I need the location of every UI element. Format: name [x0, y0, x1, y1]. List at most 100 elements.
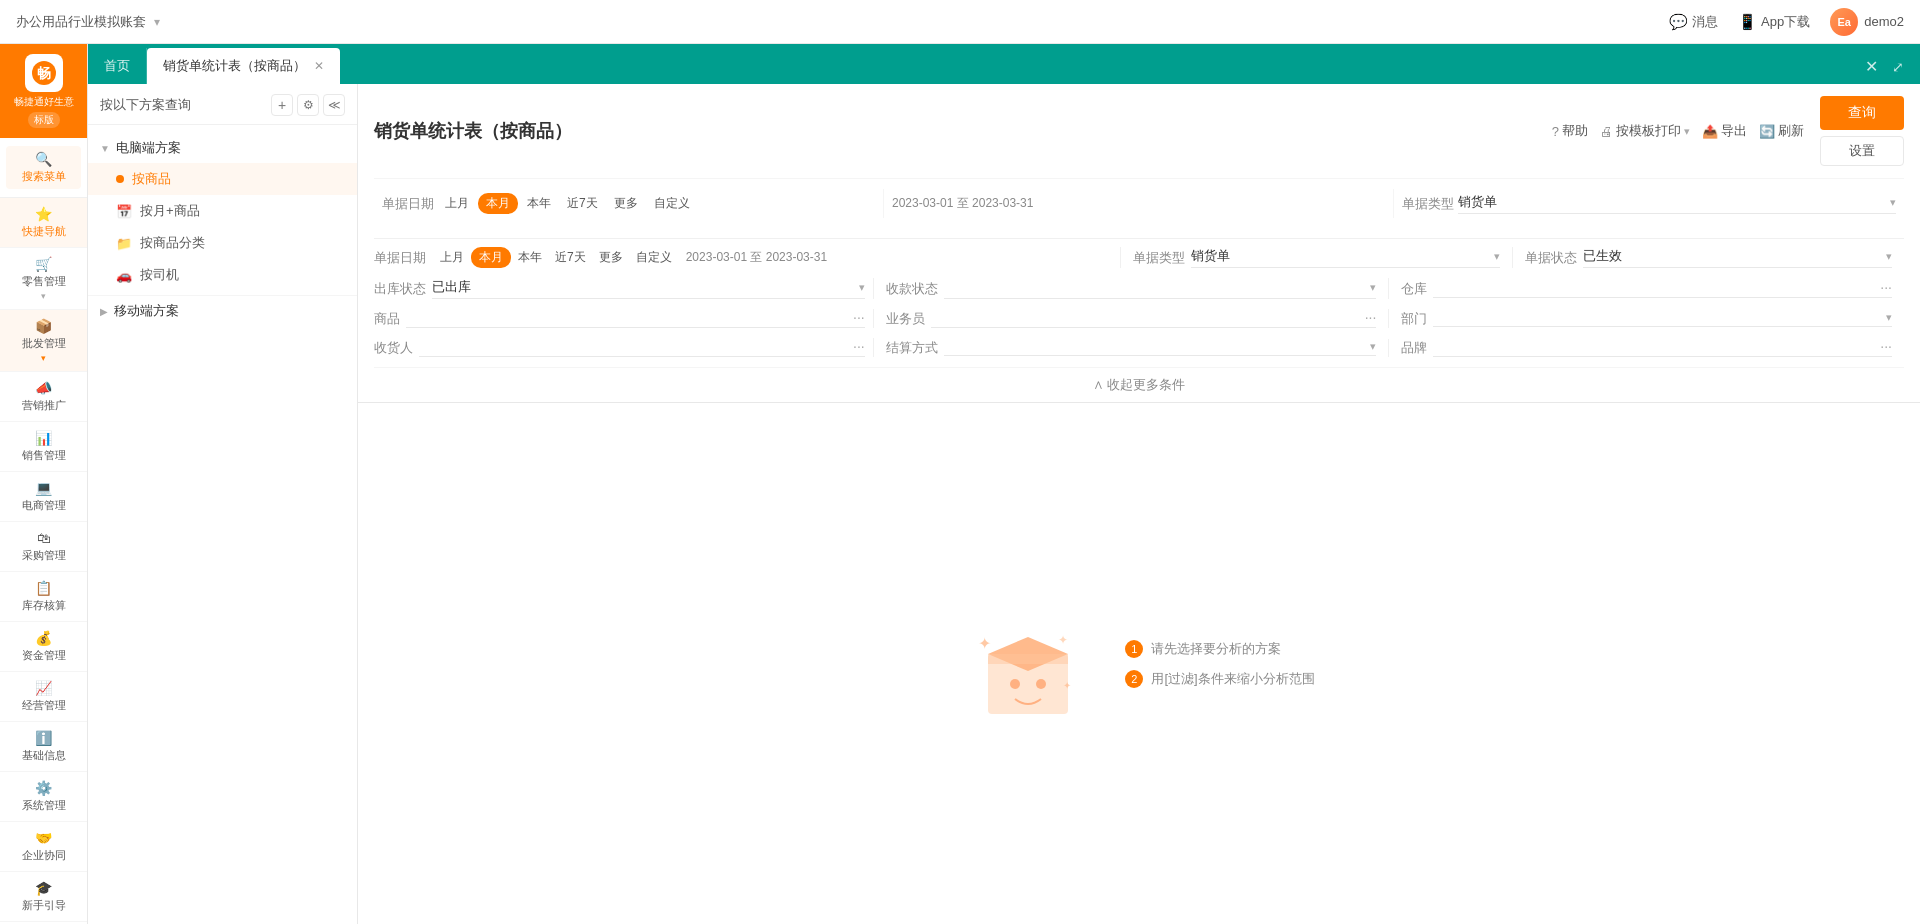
car-icon: 🚗 — [116, 268, 132, 283]
sidebar-item-system[interactable]: ⚙️ 系统管理 — [0, 772, 87, 822]
goods-label: 商品 — [374, 310, 400, 328]
sidebar-item-inventory[interactable]: 📋 库存核算 — [0, 572, 87, 622]
wh-status-label: 出库状态 — [374, 280, 426, 298]
tab-close-btn[interactable]: ✕ — [314, 60, 324, 72]
help-icon: ? — [1552, 124, 1559, 139]
department-label: 部门 — [1401, 310, 1427, 328]
filter-date-range: 2023-03-01 至 2023-03-31 — [884, 189, 1394, 218]
plan-item-by-category[interactable]: 📁 按商品分类 — [88, 227, 357, 259]
more-btn[interactable]: 更多 — [593, 248, 629, 267]
brand-label: 品牌 — [1401, 339, 1427, 357]
salesperson-select[interactable]: ··· — [931, 309, 1377, 328]
payment-status-select[interactable]: ▾ — [944, 278, 1377, 299]
tab-restore-btn[interactable]: ⤢ — [1888, 55, 1908, 79]
settlement-select[interactable]: ▾ — [944, 340, 1377, 356]
date-btn-more[interactable]: 更多 — [607, 193, 645, 214]
receiver-select[interactable]: ··· — [419, 338, 865, 357]
sidebar-item-sales[interactable]: 📊 销售管理 — [0, 422, 87, 472]
sidebar-item-marketing[interactable]: 📣 营销推广 — [0, 372, 87, 422]
wh-status-select[interactable]: 已出库 ▾ — [432, 278, 865, 299]
svg-point-5 — [1010, 679, 1020, 689]
message-btn[interactable]: 💬 消息 — [1669, 13, 1718, 31]
logo-text: 畅捷通好生意 — [14, 96, 74, 108]
sidebar-item-quick-nav[interactable]: ⭐ 快捷导航 — [0, 198, 87, 248]
sidebar-item-management[interactable]: 📈 经营管理 — [0, 672, 87, 722]
export-icon: 📤 — [1702, 124, 1718, 139]
7days-btn[interactable]: 近7天 — [549, 248, 592, 267]
tab-home[interactable]: 首页 — [88, 48, 147, 84]
date-btn-this-year[interactable]: 本年 — [520, 193, 558, 214]
plan-settings-btn[interactable]: ⚙ — [297, 94, 319, 116]
sidebar-item-basic-info[interactable]: ℹ️ 基础信息 — [0, 722, 87, 772]
date-btn-7days[interactable]: 近7天 — [560, 193, 605, 214]
refresh-icon: 🔄 — [1759, 124, 1775, 139]
sidebar-item-finance[interactable]: 💰 资金管理 — [0, 622, 87, 672]
user-profile[interactable]: Ea demo2 — [1830, 8, 1904, 36]
date-btn-custom[interactable]: 自定义 — [647, 193, 697, 214]
collapse-filter-btn[interactable]: ∧ 收起更多条件 — [374, 367, 1904, 402]
sidebar-item-retail[interactable]: 🛒 零售管理 ▾ — [0, 248, 87, 310]
department-select[interactable]: ▾ — [1433, 311, 1892, 327]
plan-group-mobile[interactable]: ▶ 移动端方案 — [88, 295, 357, 326]
doc-type-label: 单据类型 — [1402, 195, 1458, 213]
message-icon: 💬 — [1669, 13, 1688, 31]
date-btn-last-month[interactable]: 上月 — [438, 193, 476, 214]
plan-item-by-goods[interactable]: 按商品 — [88, 163, 357, 195]
plan-item-by-driver[interactable]: 🚗 按司机 — [88, 259, 357, 291]
goods-select[interactable]: ··· — [406, 309, 865, 328]
tab-bar: 首页 销货单统计表（按商品） ✕ ✕ ⤢ — [88, 44, 1920, 84]
plan-collapse-btn[interactable]: ≪ — [323, 94, 345, 116]
filter-doctype-label: 单据类型 — [1133, 249, 1185, 267]
sidebar-item-purchase[interactable]: 🛍 采购管理 — [0, 522, 87, 572]
svg-text:✦: ✦ — [978, 635, 991, 652]
custom-btn[interactable]: 自定义 — [630, 248, 678, 267]
this-year-btn[interactable]: 本年 — [512, 248, 548, 267]
folder-icon: 📁 — [116, 236, 132, 251]
print-action[interactable]: 🖨 按模板打印 ▾ — [1600, 122, 1690, 140]
empty-tip-1: 1 请先选择要分析的方案 — [1125, 640, 1314, 658]
prev-month-btn[interactable]: 上月 — [434, 248, 470, 267]
filter-doc-type[interactable]: 单据类型 销货单 ▾ — [1394, 189, 1904, 218]
payment-status-label: 收款状态 — [886, 280, 938, 298]
app-title: 办公用品行业模拟账套 — [16, 13, 146, 31]
doc-type-arrow: ▾ — [1890, 196, 1896, 209]
filter-date: 单据日期 上月 本月 本年 近7天 更多 自定义 — [374, 189, 884, 218]
sidebar-search-btn[interactable]: 🔍 搜索菜单 — [0, 138, 87, 198]
plan-group-desktop[interactable]: ▼ 电脑端方案 — [88, 133, 357, 163]
query-button[interactable]: 查询 — [1820, 96, 1904, 130]
refresh-action[interactable]: 🔄 刷新 — [1759, 122, 1804, 140]
filter-docstatus-label: 单据状态 — [1525, 249, 1577, 267]
sidebar-item-ecommerce[interactable]: 💻 电商管理 — [0, 472, 87, 522]
this-month-btn[interactable]: 本月 — [471, 247, 511, 268]
tab-sales-report[interactable]: 销货单统计表（按商品） ✕ — [147, 48, 340, 84]
empty-tip-2: 2 用[过滤]条件来缩小分析范围 — [1125, 670, 1314, 688]
settings-button[interactable]: 设置 — [1820, 136, 1904, 166]
svg-text:✦: ✦ — [1063, 680, 1071, 691]
left-plan-panel: 按以下方案查询 + ⚙ ≪ ▼ 电脑端方案 — [88, 84, 358, 924]
app-download-btn[interactable]: 📱 App下载 — [1738, 13, 1810, 31]
sidebar-logo[interactable]: 畅 畅捷通好生意 标版 — [0, 44, 87, 138]
sidebar-item-wholesale[interactable]: 📦 批发管理 ▾ — [0, 310, 87, 372]
tab-close-window-btn[interactable]: ✕ — [1861, 53, 1882, 80]
print-icon: 🖨 — [1600, 124, 1613, 139]
empty-state: ✦ ✦ ✦ 1 请先选择要分析的方案 — [963, 599, 1314, 729]
date-btn-this-month[interactable]: 本月 — [478, 193, 518, 214]
help-action[interactable]: ? 帮助 — [1552, 122, 1588, 140]
data-area: ✦ ✦ ✦ 1 请先选择要分析的方案 — [358, 403, 1920, 924]
date-range-display: 2023-03-01 至 2023-03-31 — [686, 249, 827, 266]
warehouse-select[interactable]: ··· — [1433, 279, 1892, 298]
filter-docstatus-select[interactable]: 已生效 ▾ — [1583, 247, 1892, 268]
filter-area: 销货单统计表（按商品） ? 帮助 🖨 按模板打印 — [358, 84, 1920, 403]
empty-illustration: ✦ ✦ ✦ — [963, 599, 1093, 729]
sidebar: 畅 畅捷通好生意 标版 🔍 搜索菜单 ⭐ 快捷导航 🛒 — [0, 44, 88, 924]
plan-add-btn[interactable]: + — [271, 94, 293, 116]
sidebar-item-collab[interactable]: 🤝 企业协同 — [0, 822, 87, 872]
logo-subtext: 标版 — [28, 112, 60, 128]
sidebar-item-guide[interactable]: 🎓 新手引导 — [0, 872, 87, 922]
brand-select[interactable]: ··· — [1433, 338, 1892, 357]
export-action[interactable]: 📤 导出 — [1702, 122, 1747, 140]
plan-item-by-month-goods[interactable]: 📅 按月+商品 — [88, 195, 357, 227]
dropdown-arrow[interactable]: ▾ — [154, 15, 160, 29]
filter-doctype-select[interactable]: 销货单 ▾ — [1191, 247, 1500, 268]
download-icon: 📱 — [1738, 13, 1757, 31]
